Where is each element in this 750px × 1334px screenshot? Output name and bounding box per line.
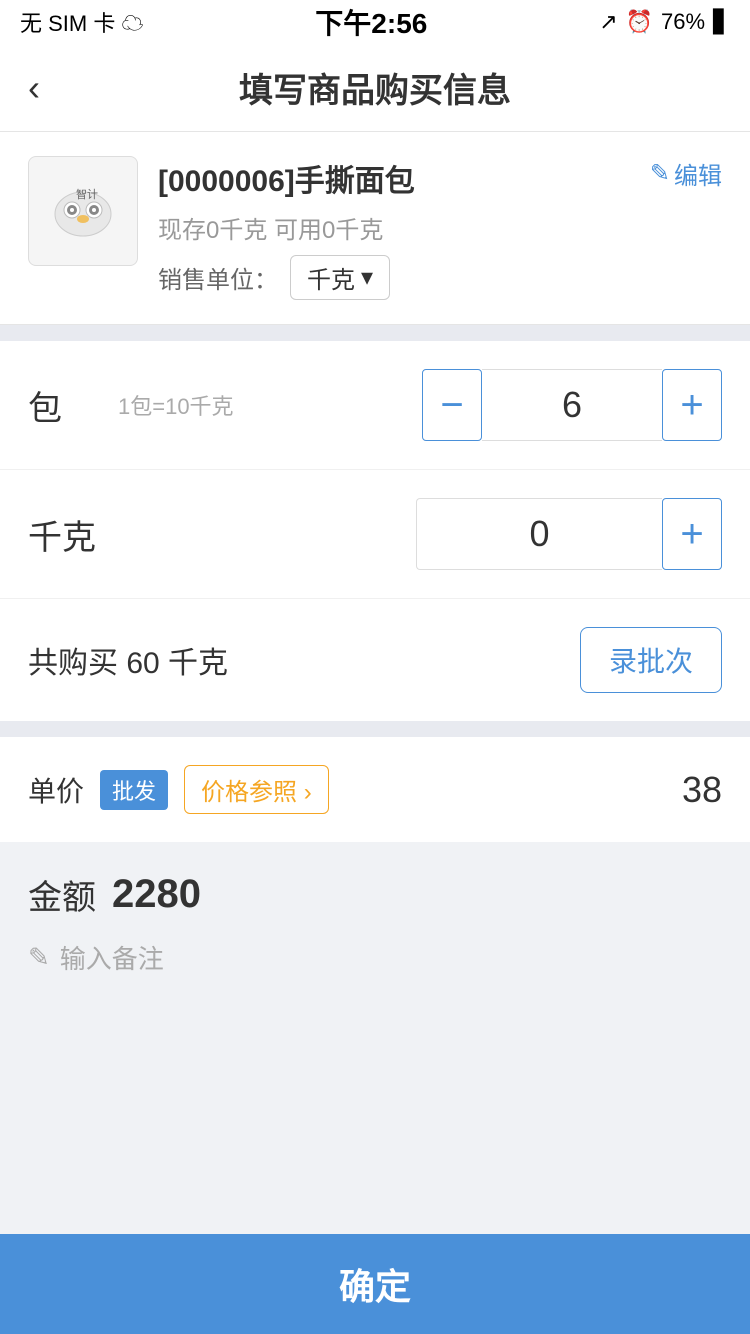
sim-label: 无 SIM 卡 ☁ (20, 6, 143, 38)
note-placeholder: 输入备注 (60, 939, 164, 976)
product-name: [0000006]手撕面包 (158, 156, 415, 200)
unit-dropdown[interactable]: 千克 ▾ (290, 255, 390, 300)
bao-minus-button[interactable]: − (422, 369, 482, 441)
confirm-button[interactable]: 确定 (0, 1234, 750, 1334)
nav-bar: ‹ 填写商品购买信息 (0, 44, 750, 132)
kg-input[interactable] (416, 498, 662, 570)
content-fill (0, 976, 750, 1234)
edit-icon: ✎ (650, 159, 670, 188)
status-left: 无 SIM 卡 ☁ (20, 6, 143, 38)
bao-qty-control: − + (422, 369, 722, 441)
bao-sublabel: 1包=10千克 (118, 389, 422, 421)
product-unit-row: 销售单位： 千克 ▾ (158, 255, 722, 300)
kg-label: 千克 (28, 510, 108, 559)
bao-input[interactable] (482, 369, 662, 441)
kg-qty-control: + (416, 498, 722, 570)
alarm-icon: ⏰ (626, 9, 653, 35)
battery-label: 76% (661, 9, 705, 35)
batch-button[interactable]: 录批次 (580, 627, 722, 693)
page-title: 填写商品购买信息 (239, 63, 511, 112)
bao-label: 包 (28, 381, 108, 430)
price-section: 单价 批发 价格参照 › 38 (0, 737, 750, 842)
battery-icon: ▋ (713, 9, 730, 35)
edit-button[interactable]: ✎ 编辑 (650, 156, 722, 191)
svg-text:智计: 智计 (76, 187, 98, 201)
status-right: ↗ ⏰ 76% ▋ (599, 9, 730, 35)
price-label: 单价 (28, 770, 84, 810)
note-row[interactable]: ✎ 输入备注 (28, 939, 722, 976)
divider-2 (0, 721, 750, 737)
total-text: 共购买 60 千克 (28, 638, 228, 682)
product-stock: 现存0千克 可用0千克 (158, 210, 722, 245)
amount-section: 金额 2280 ✎ 输入备注 (0, 842, 750, 976)
status-time: 下午2:56 (315, 2, 427, 42)
product-image: 智计 (28, 156, 138, 266)
price-tag-batch: 批发 (100, 770, 168, 810)
unit-value: 千克 (307, 260, 355, 295)
unit-label: 销售单位： (158, 260, 278, 295)
bao-plus-button[interactable]: + (662, 369, 722, 441)
pencil-icon: ✎ (28, 942, 50, 973)
divider-1 (0, 325, 750, 341)
kg-row: 千克 + (0, 470, 750, 599)
product-section: 智计 [0000006]手撕面包 ✎ 编辑 现存0千克 可用0千克 销售单位： … (0, 132, 750, 325)
input-section: 包 1包=10千克 − + 千克 + (0, 341, 750, 599)
amount-value: 2280 (112, 872, 201, 917)
price-ref-button[interactable]: 价格参照 › (184, 765, 329, 814)
back-button[interactable]: ‹ (28, 67, 40, 109)
chevron-down-icon: ▾ (361, 263, 373, 292)
price-value: 38 (682, 769, 722, 811)
status-bar: 无 SIM 卡 ☁ 下午2:56 ↗ ⏰ 76% ▋ (0, 0, 750, 44)
bao-row: 包 1包=10千克 − + (0, 341, 750, 470)
edit-label: 编辑 (674, 156, 722, 191)
total-section: 共购买 60 千克 录批次 (0, 599, 750, 721)
kg-plus-button[interactable]: + (662, 498, 722, 570)
amount-label: 金额 (28, 870, 96, 919)
product-logo-icon: 智计 (48, 184, 118, 239)
location-icon: ↗ (599, 9, 617, 35)
amount-row: 金额 2280 (28, 870, 722, 919)
product-info: [0000006]手撕面包 ✎ 编辑 现存0千克 可用0千克 销售单位： 千克 … (158, 156, 722, 300)
